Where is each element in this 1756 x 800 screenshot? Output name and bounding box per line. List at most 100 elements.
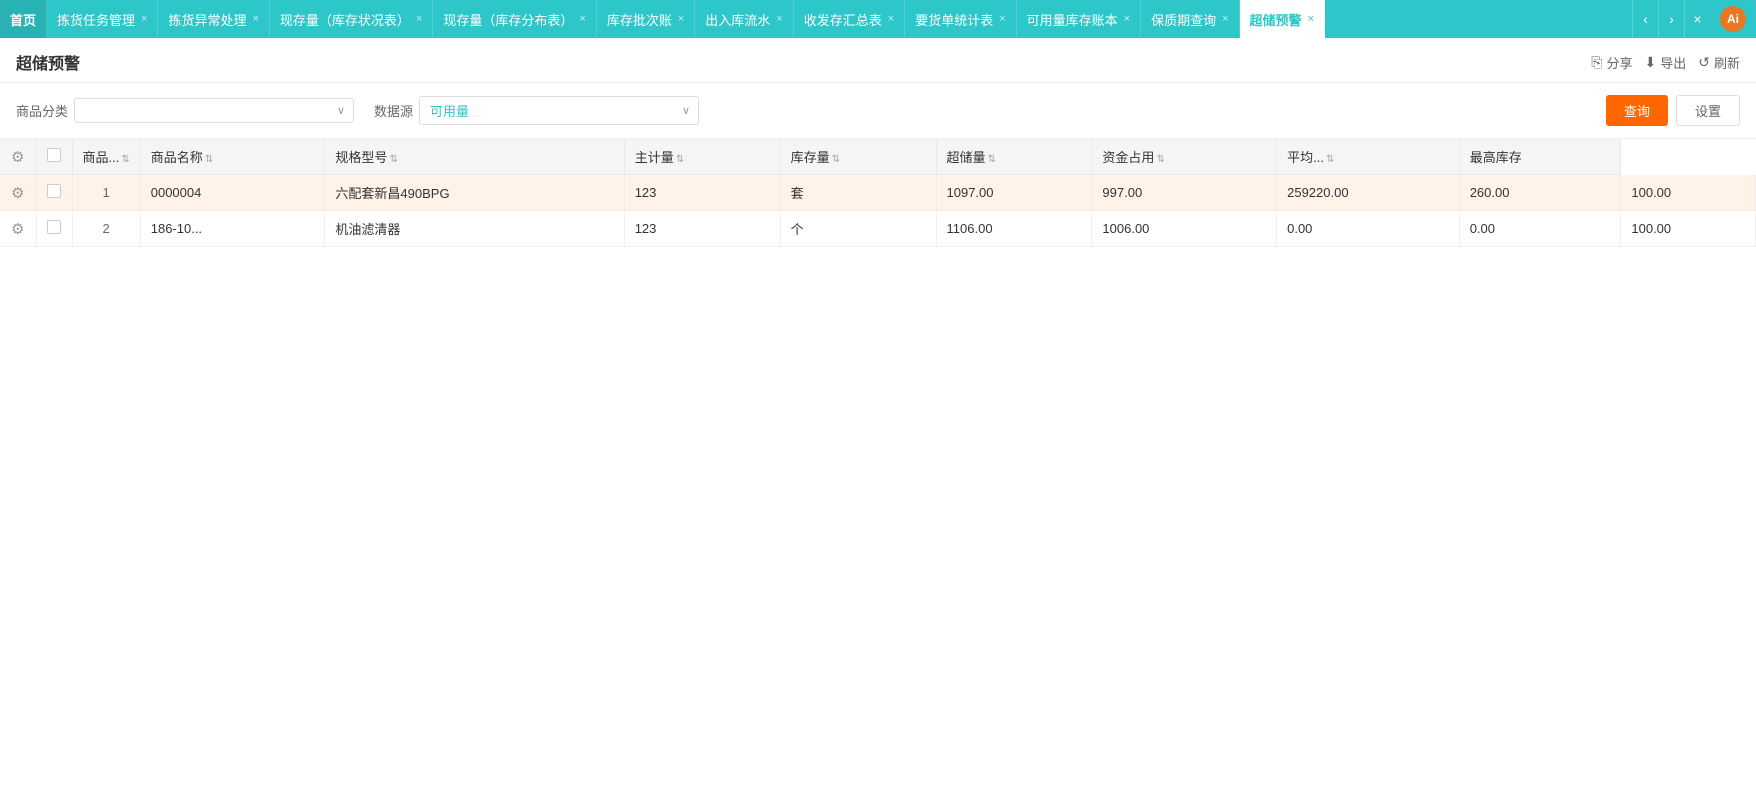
row-max-stock-0: 100.00	[1621, 175, 1756, 211]
nav-close-task-mgmt[interactable]: ×	[141, 13, 147, 25]
share-button[interactable]: ⎘ 分享	[1591, 53, 1632, 72]
col-header-spec[interactable]: 规格型号⇅	[325, 139, 624, 175]
row-unit-0: 套	[780, 175, 936, 211]
export-button[interactable]: ⬇ 导出	[1645, 53, 1687, 72]
chevron-down-icon: ∨	[337, 104, 345, 117]
col-header-unit[interactable]: 主计量⇅	[624, 139, 780, 175]
nav-close-inout-flow[interactable]: ×	[776, 13, 782, 25]
row-cb-1[interactable]	[47, 220, 61, 234]
query-button[interactable]: 查询	[1606, 95, 1668, 126]
header-actions: ⎘ 分享 ⬇ 导出 ↺ 刷新	[1591, 53, 1740, 72]
refresh-button[interactable]: ↺ 刷新	[1698, 53, 1740, 72]
row-index-0: 1	[72, 175, 140, 211]
refresh-icon: ↺	[1698, 54, 1710, 71]
datasource-chevron-icon: ∨	[682, 104, 690, 117]
col-header-capital[interactable]: 资金占用⇅	[1092, 139, 1277, 175]
table-container: ⚙ 商品...⇅ 商品名称⇅ 规格型号⇅ 主计量⇅	[0, 139, 1756, 247]
nav-arrows: ‹ › × Ai	[1632, 0, 1756, 38]
table-header-row: ⚙ 商品...⇅ 商品名称⇅ 规格型号⇅ 主计量⇅	[0, 139, 1756, 175]
datasource-value: 可用量	[430, 101, 469, 120]
nav-bar: 首页拣货任务管理×拣货异常处理×现存量（库存状况表）×现存量（库存分布表）×库存…	[0, 0, 1756, 38]
table-row: ⚙ 1 0000004 六配套新昌490BPG 123 套 1097.00 99…	[0, 175, 1756, 211]
nav-item-inout-flow[interactable]: 出入库流水×	[695, 0, 793, 38]
col-header-checkbox	[36, 139, 72, 175]
row-cb-0[interactable]	[47, 184, 61, 198]
col-header-stock[interactable]: 库存量⇅	[780, 139, 936, 175]
nav-arrow-close[interactable]: ×	[1684, 0, 1710, 38]
row-avg-1: 0.00	[1459, 211, 1621, 247]
nav-item-collect-summary[interactable]: 收发存汇总表×	[794, 0, 905, 38]
page-title: 超储预警	[16, 50, 80, 74]
row-capital-1: 0.00	[1277, 211, 1460, 247]
share-icon: ⎘	[1591, 54, 1602, 71]
nav-item-overstock-warning[interactable]: 超储预警×	[1240, 0, 1325, 38]
nav-item-available-account[interactable]: 可用量库存账本×	[1017, 0, 1141, 38]
nav-item-batch-account[interactable]: 库存批次账×	[597, 0, 695, 38]
filter-bar: 商品分类 ∨ 数据源 可用量 ∨ 查询 设置	[0, 83, 1756, 139]
data-table: ⚙ 商品...⇅ 商品名称⇅ 规格型号⇅ 主计量⇅	[0, 139, 1756, 247]
col-header-avg[interactable]: 平均...⇅	[1277, 139, 1460, 175]
category-label: 商品分类	[16, 101, 68, 120]
col-header-product-code[interactable]: 商品...⇅	[72, 139, 140, 175]
header-checkbox[interactable]	[47, 148, 61, 162]
row-product-name-1: 机油滤清器	[325, 211, 624, 247]
nav-item-home[interactable]: 首页	[0, 0, 47, 38]
datasource-select[interactable]: 可用量 ∨	[419, 96, 699, 125]
row-max-stock-1: 100.00	[1621, 211, 1756, 247]
row-product-name-0: 六配套新昌490BPG	[325, 175, 624, 211]
datasource-filter: 数据源 可用量 ∨	[374, 96, 699, 125]
col-header-product-name[interactable]: 商品名称⇅	[140, 139, 325, 175]
gear-icon[interactable]: ⚙	[11, 221, 24, 238]
row-product-code-0: 0000004	[140, 175, 325, 211]
nav-item-order-stats[interactable]: 要货单统计表×	[905, 0, 1016, 38]
nav-item-task-mgmt[interactable]: 拣货任务管理×	[47, 0, 158, 38]
datasource-label: 数据源	[374, 101, 413, 120]
row-avg-0: 260.00	[1459, 175, 1621, 211]
nav-item-inventory-status[interactable]: 现存量（库存状况表）×	[270, 0, 433, 38]
row-gear-1[interactable]: ⚙	[0, 211, 36, 247]
nav-arrow-left[interactable]: ‹	[1632, 0, 1658, 38]
nav-item-inventory-dist[interactable]: 现存量（库存分布表）×	[433, 0, 596, 38]
row-overstock-0: 997.00	[1092, 175, 1277, 211]
row-checkbox-0[interactable]	[36, 175, 72, 211]
row-product-code-1: 186-10...	[140, 211, 325, 247]
nav-close-overstock-warning[interactable]: ×	[1308, 13, 1314, 25]
nav-close-batch-account[interactable]: ×	[678, 13, 684, 25]
avatar[interactable]: Ai	[1720, 6, 1746, 32]
filter-actions: 查询 设置	[1606, 95, 1740, 126]
category-select-value	[83, 103, 87, 118]
table-row: ⚙ 2 186-10... 机油滤清器 123 个 1106.00 1006.0…	[0, 211, 1756, 247]
row-spec-1: 123	[624, 211, 780, 247]
row-spec-0: 123	[624, 175, 780, 211]
nav-item-quality-check[interactable]: 保质期查询×	[1141, 0, 1239, 38]
row-gear-0[interactable]: ⚙	[0, 175, 36, 211]
row-checkbox-1[interactable]	[36, 211, 72, 247]
page-header: 超储预警 ⎘ 分享 ⬇ 导出 ↺ 刷新	[0, 38, 1756, 83]
gear-icon[interactable]: ⚙	[11, 185, 24, 202]
row-overstock-1: 1006.00	[1092, 211, 1277, 247]
col-header-max-stock[interactable]: 最高库存	[1459, 139, 1621, 175]
nav-close-available-account[interactable]: ×	[1124, 13, 1130, 25]
nav-item-exception-handle[interactable]: 拣货异常处理×	[158, 0, 269, 38]
nav-close-exception-handle[interactable]: ×	[252, 13, 258, 25]
nav-arrow-right[interactable]: ›	[1658, 0, 1684, 38]
category-select[interactable]: ∨	[74, 98, 354, 123]
nav-close-quality-check[interactable]: ×	[1222, 13, 1228, 25]
nav-close-inventory-status[interactable]: ×	[416, 13, 422, 25]
row-unit-1: 个	[780, 211, 936, 247]
nav-close-collect-summary[interactable]: ×	[888, 13, 894, 25]
settings-button[interactable]: 设置	[1676, 95, 1740, 126]
row-index-1: 2	[72, 211, 140, 247]
row-stock-1: 1106.00	[936, 211, 1092, 247]
category-filter: 商品分类 ∨	[16, 98, 354, 123]
user-area: Ai	[1710, 6, 1756, 32]
export-icon: ⬇	[1645, 54, 1657, 71]
gear-icon[interactable]: ⚙	[11, 149, 24, 166]
page-content: 超储预警 ⎘ 分享 ⬇ 导出 ↺ 刷新 商品分类 ∨ 数据源	[0, 38, 1756, 800]
col-header-overstock[interactable]: 超储量⇅	[936, 139, 1092, 175]
nav-close-order-stats[interactable]: ×	[999, 13, 1005, 25]
row-capital-0: 259220.00	[1277, 175, 1460, 211]
nav-close-inventory-dist[interactable]: ×	[579, 13, 585, 25]
col-header-gear: ⚙	[0, 139, 36, 175]
row-stock-0: 1097.00	[936, 175, 1092, 211]
